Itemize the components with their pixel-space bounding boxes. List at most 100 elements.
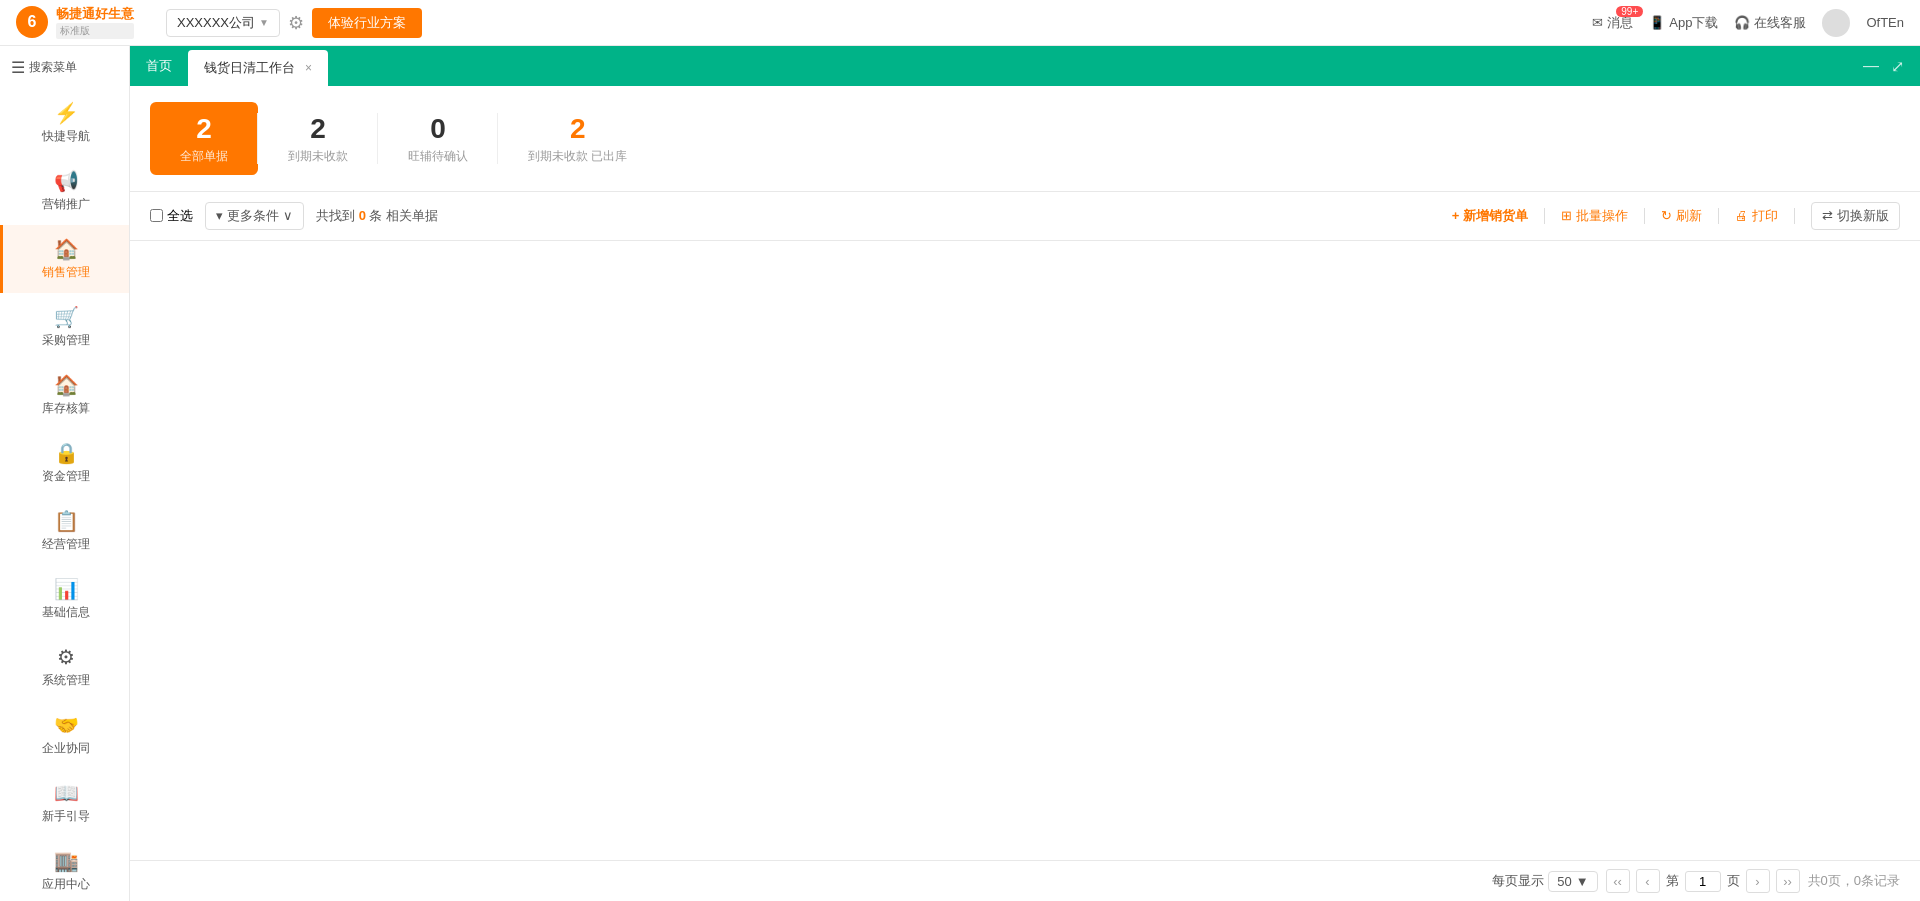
finance-icon: 🔒 bbox=[54, 441, 79, 465]
page-content: 2 全部单据 2 到期未收款 0 旺辅待确认 2 到期未收款 已出库 bbox=[130, 86, 1920, 901]
tab-home[interactable]: 首页 bbox=[130, 46, 188, 86]
marketing-icon: 📢 bbox=[54, 169, 79, 193]
sales-icon: 🏠 bbox=[54, 237, 79, 261]
stat-label-overdue-not-out: 到期未收款 已出库 bbox=[528, 148, 627, 165]
filter-icon: ▾ bbox=[216, 208, 223, 223]
sidebar-item-quick-nav[interactable]: ⚡ 快捷导航 bbox=[0, 89, 129, 157]
sidebar-item-guide[interactable]: 📖 新手引导 bbox=[0, 769, 129, 837]
found-text: 共找到 0 条 相关单据 bbox=[316, 207, 438, 225]
stat-card-overdue-unpaid[interactable]: 2 到期未收款 bbox=[258, 102, 378, 175]
stat-label-overdue-unpaid: 到期未收款 bbox=[288, 148, 348, 165]
tab-bar-right: — ⤢ bbox=[1863, 57, 1920, 76]
page-navigation: ‹‹ ‹ 第 页 › ›› bbox=[1606, 869, 1800, 893]
quick-nav-label: 快捷导航 bbox=[42, 128, 90, 145]
online-service-item[interactable]: 🎧 在线客服 bbox=[1734, 14, 1806, 32]
divider-1 bbox=[1544, 208, 1545, 224]
print-btn[interactable]: 🖨 打印 bbox=[1735, 207, 1778, 225]
stat-num-wangwang: 0 bbox=[430, 112, 446, 146]
refresh-btn[interactable]: ↻ 刷新 bbox=[1661, 207, 1702, 225]
batch-label: 批量操作 bbox=[1576, 207, 1628, 225]
sidebar-item-inventory[interactable]: 🏠 库存核算 bbox=[0, 361, 129, 429]
more-conditions-btn[interactable]: ▾ 更多条件 ∨ bbox=[205, 202, 304, 230]
tab-active-label: 钱货日清工作台 bbox=[204, 59, 295, 77]
stats-row: 2 全部单据 2 到期未收款 0 旺辅待确认 2 到期未收款 已出库 bbox=[130, 86, 1920, 192]
message-icon: ✉ bbox=[1592, 15, 1603, 30]
next-page-btn[interactable]: › bbox=[1746, 869, 1770, 893]
enterprise-label: 企业协同 bbox=[42, 740, 90, 757]
new-sales-btn[interactable]: + 新增销货单 bbox=[1452, 207, 1528, 225]
sidebar-search[interactable]: ☰ 搜索菜单 bbox=[0, 46, 129, 89]
divider-4 bbox=[1794, 208, 1795, 224]
operations-icon: 📋 bbox=[54, 509, 79, 533]
sidebar-item-purchase[interactable]: 🛒 采购管理 bbox=[0, 293, 129, 361]
last-page-btn[interactable]: ›› bbox=[1776, 869, 1800, 893]
company-select[interactable]: XXXXXX公司 ▼ bbox=[166, 9, 280, 37]
header-right: ✉ 消息 99+ 📱 App下载 🎧 在线客服 OfTEn bbox=[1592, 9, 1904, 37]
found-count: 0 bbox=[359, 208, 366, 223]
stat-label-all: 全部单据 bbox=[180, 148, 228, 165]
tab-active[interactable]: 钱货日清工作台 × bbox=[188, 50, 328, 86]
switch-icon: ⇄ bbox=[1822, 208, 1833, 223]
main-layout: ☰ 搜索菜单 ⚡ 快捷导航 📢 营销推广 🏠 销售管理 🛒 采购管理 🏠 库存核… bbox=[0, 46, 1920, 901]
stat-card-all[interactable]: 2 全部单据 bbox=[150, 102, 258, 175]
stat-num-overdue-unpaid: 2 bbox=[310, 112, 326, 146]
username-label: OfTEn bbox=[1866, 15, 1904, 30]
sales-label: 销售管理 bbox=[42, 264, 90, 281]
found-unit: 条 bbox=[369, 208, 382, 223]
trial-button[interactable]: 体验行业方案 bbox=[312, 8, 422, 38]
app-download-item[interactable]: 📱 App下载 bbox=[1649, 14, 1718, 32]
stat-num-overdue-not-out: 2 bbox=[570, 112, 586, 146]
switch-label: 切换新版 bbox=[1837, 207, 1889, 225]
app-name: 畅捷通好生意 bbox=[56, 6, 134, 23]
per-page-label: 每页显示 bbox=[1492, 872, 1544, 890]
message-item[interactable]: ✉ 消息 99+ bbox=[1592, 14, 1633, 32]
search-menu-icon: ☰ bbox=[11, 58, 25, 77]
tab-close-icon[interactable]: × bbox=[305, 61, 312, 75]
stat-num-all: 2 bbox=[196, 112, 212, 146]
total-text: 共0页，0条记录 bbox=[1808, 872, 1900, 890]
sidebar-item-app-center[interactable]: 🏬 应用中心 bbox=[0, 837, 129, 901]
finance-label: 资金管理 bbox=[42, 468, 90, 485]
page-input[interactable] bbox=[1685, 871, 1721, 892]
select-all-checkbox[interactable]: 全选 bbox=[150, 207, 193, 225]
select-all-input[interactable] bbox=[150, 209, 163, 222]
online-service-label: 在线客服 bbox=[1754, 14, 1806, 32]
sidebar-item-operations[interactable]: 📋 经营管理 bbox=[0, 497, 129, 565]
system-label: 系统管理 bbox=[42, 672, 90, 689]
print-label: 打印 bbox=[1752, 207, 1778, 225]
stat-card-overdue-not-out[interactable]: 2 到期未收款 已出库 bbox=[498, 102, 657, 175]
purchase-icon: 🛒 bbox=[54, 305, 79, 329]
tab-maximize-icon[interactable]: ⤢ bbox=[1891, 57, 1904, 76]
service-icon: 🎧 bbox=[1734, 15, 1750, 30]
more-conditions-label: 更多条件 bbox=[227, 207, 279, 225]
prev-page-btn[interactable]: ‹ bbox=[1636, 869, 1660, 893]
company-name: XXXXXX公司 bbox=[177, 14, 255, 32]
app-logo-icon: 6 bbox=[16, 6, 48, 38]
download-icon: 📱 bbox=[1649, 15, 1665, 30]
sidebar-item-marketing[interactable]: 📢 营销推广 bbox=[0, 157, 129, 225]
sidebar-item-finance[interactable]: 🔒 资金管理 bbox=[0, 429, 129, 497]
operations-label: 经营管理 bbox=[42, 536, 90, 553]
page-suffix: 页 bbox=[1727, 872, 1740, 890]
logo-area: 6 畅捷通好生意 标准版 bbox=[16, 6, 146, 39]
table-area bbox=[130, 241, 1920, 860]
switch-version-btn[interactable]: ⇄ 切换新版 bbox=[1811, 202, 1900, 230]
page-size-value[interactable]: 50 ▼ bbox=[1548, 871, 1597, 892]
sidebar-item-basic-info[interactable]: 📊 基础信息 bbox=[0, 565, 129, 633]
page-size-num: 50 bbox=[1557, 874, 1571, 889]
sidebar-item-system[interactable]: ⚙ 系统管理 bbox=[0, 633, 129, 701]
app-center-label: 应用中心 bbox=[42, 876, 90, 893]
settings-icon[interactable]: ⚙ bbox=[288, 12, 304, 34]
divider-3 bbox=[1718, 208, 1719, 224]
first-page-btn[interactable]: ‹‹ bbox=[1606, 869, 1630, 893]
stat-card-wangwang[interactable]: 0 旺辅待确认 bbox=[378, 102, 498, 175]
sidebar-item-sales[interactable]: 🏠 销售管理 bbox=[0, 225, 129, 293]
content-area: 首页 钱货日清工作台 × — ⤢ 2 全部单据 2 到期未收款 bbox=[130, 46, 1920, 901]
sidebar-item-enterprise[interactable]: 🤝 企业协同 bbox=[0, 701, 129, 769]
username-item: OfTEn bbox=[1866, 15, 1904, 30]
filter-arrow-icon: ∨ bbox=[283, 208, 293, 223]
top-header: 6 畅捷通好生意 标准版 XXXXXX公司 ▼ ⚙ 体验行业方案 ✉ 消息 99… bbox=[0, 0, 1920, 46]
tab-minimize-icon[interactable]: — bbox=[1863, 57, 1879, 75]
user-avatar[interactable] bbox=[1822, 9, 1850, 37]
batch-operation-btn[interactable]: ⊞ 批量操作 bbox=[1561, 207, 1628, 225]
